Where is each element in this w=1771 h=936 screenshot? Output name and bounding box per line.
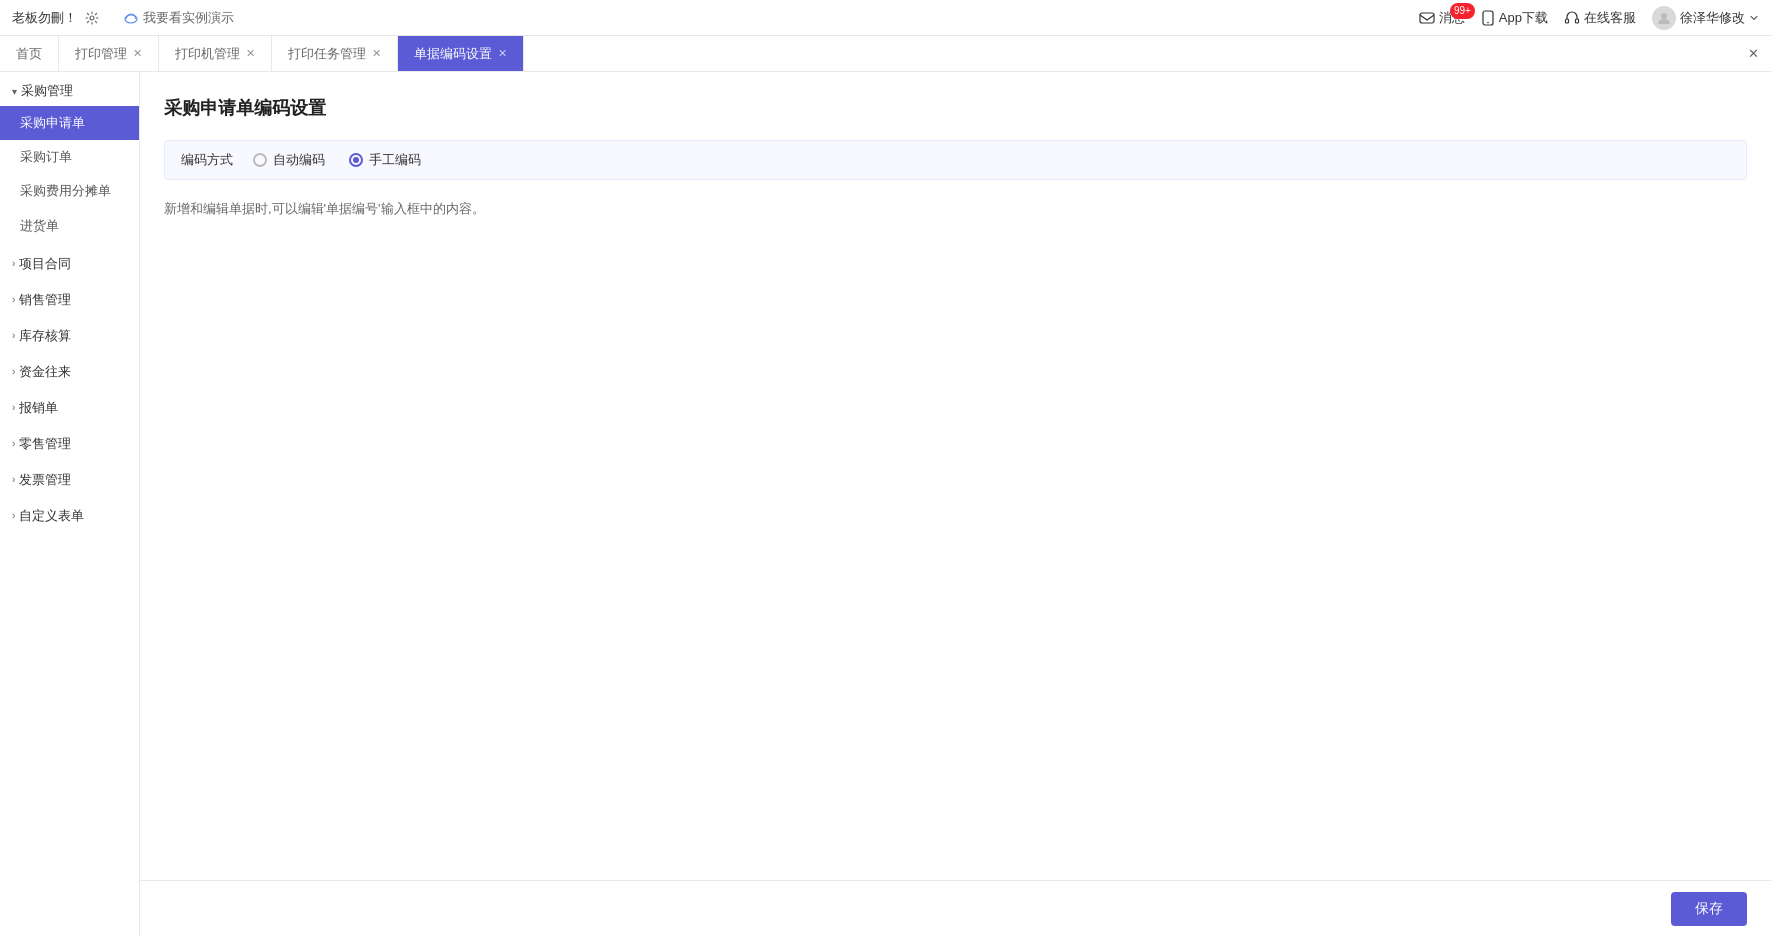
footer-bar: 保存 — [140, 880, 1771, 936]
save-button[interactable]: 保存 — [1671, 892, 1747, 926]
gear-icon — [85, 11, 99, 25]
sidebar-group-returns[interactable]: › 报销单 — [0, 389, 139, 423]
page-area: 采购申请单编码设置 编码方式 自动编码 手工编码 新增和编辑单据时,可以编辑'单… — [140, 72, 1771, 936]
radio-manual[interactable]: 手工编码 — [349, 151, 421, 169]
main-content: 采购申请单编码设置 编码方式 自动编码 手工编码 新增和编辑单据时,可以编辑'单… — [140, 72, 1771, 936]
chevron-right-icon: › — [12, 438, 15, 449]
tab-print-mgmt-close[interactable]: ✕ — [133, 47, 142, 60]
online-service-label: 在线客服 — [1584, 9, 1636, 27]
tab-print-mgmt-label: 打印管理 — [75, 45, 127, 63]
svg-rect-5 — [1566, 19, 1569, 23]
avatar — [1652, 6, 1676, 30]
chevron-right-icon: › — [12, 402, 15, 413]
tab-printer-mgmt[interactable]: 打印机管理 ✕ — [159, 36, 272, 71]
sidebar-item-purchase-expense[interactable]: 采购费用分摊单 — [0, 174, 139, 208]
tab-home-label: 首页 — [16, 45, 42, 63]
chevron-right-icon: › — [12, 510, 15, 521]
sidebar: ▾ 采购管理 采购申请单 采购订单 采购费用分摊单 进货单 › 项目合同 › 销… — [0, 72, 140, 936]
page-title: 采购申请单编码设置 — [164, 96, 1747, 120]
settings-button[interactable] — [85, 11, 99, 25]
radio-auto[interactable]: 自动编码 — [253, 151, 325, 169]
radio-manual-circle — [349, 153, 363, 167]
tab-print-task-mgmt-label: 打印任务管理 — [288, 45, 366, 63]
tab-barcode-setting[interactable]: 单据编码设置 ✕ — [398, 36, 524, 71]
close-all-tabs-button[interactable]: ✕ — [1736, 36, 1771, 71]
sidebar-group-inventory-label: 库存核算 — [19, 327, 71, 345]
svg-point-0 — [90, 16, 94, 20]
demo-link[interactable]: 我要看实例演示 — [123, 9, 234, 27]
tab-barcode-setting-close[interactable]: ✕ — [498, 47, 507, 60]
encoding-method-row: 编码方式 自动编码 手工编码 — [164, 140, 1747, 180]
sidebar-group-retail-mgmt[interactable]: › 零售管理 — [0, 425, 139, 459]
encoding-method-label: 编码方式 — [181, 151, 233, 169]
cloud-icon — [123, 11, 139, 25]
chevron-right-icon: › — [12, 366, 15, 377]
tab-printer-mgmt-close[interactable]: ✕ — [246, 47, 255, 60]
user-info[interactable]: 徐泽华修改 — [1652, 6, 1759, 30]
svg-point-7 — [1661, 13, 1667, 19]
sidebar-group-purchase-mgmt[interactable]: ▾ 采购管理 — [0, 72, 139, 106]
headset-icon — [1564, 10, 1580, 26]
sidebar-group-custom-form-label: 自定义表单 — [19, 507, 84, 525]
tab-print-task-mgmt[interactable]: 打印任务管理 ✕ — [272, 36, 398, 71]
message-button[interactable]: 消息 99+ — [1419, 9, 1465, 27]
phone-icon — [1481, 10, 1495, 26]
radio-manual-label: 手工编码 — [369, 151, 421, 169]
tab-home[interactable]: 首页 — [0, 36, 59, 71]
sidebar-item-stock-in[interactable]: 进货单 — [0, 209, 139, 243]
svg-point-4 — [1487, 21, 1489, 23]
user-name: 徐泽华修改 — [1680, 9, 1745, 27]
sidebar-item-purchase-request[interactable]: 采购申请单 — [0, 106, 139, 140]
tab-printer-mgmt-label: 打印机管理 — [175, 45, 240, 63]
sidebar-group-retail-mgmt-label: 零售管理 — [19, 435, 71, 453]
topbar: 老板勿刪！ 我要看实例演示 消息 99+ App下载 — [0, 0, 1771, 36]
sidebar-group-project-contract-label: 项目合同 — [19, 255, 71, 273]
sidebar-group-invoice-mgmt-label: 发票管理 — [19, 471, 71, 489]
chevron-right-icon: › — [12, 294, 15, 305]
chevron-down-icon: ▾ — [12, 86, 17, 97]
topbar-right: 消息 99+ App下载 在线客服 徐 — [1419, 6, 1759, 30]
svg-rect-2 — [1420, 13, 1434, 23]
tab-barcode-setting-label: 单据编码设置 — [414, 45, 492, 63]
sidebar-group-inventory[interactable]: › 库存核算 — [0, 317, 139, 351]
layout: ▾ 采购管理 采购申请单 采购订单 采购费用分摊单 进货单 › 项目合同 › 销… — [0, 72, 1771, 936]
demo-text: 我要看实例演示 — [143, 9, 234, 27]
tab-print-task-mgmt-close[interactable]: ✕ — [372, 47, 381, 60]
tabbar: 首页 打印管理 ✕ 打印机管理 ✕ 打印任务管理 ✕ 单据编码设置 ✕ ✕ — [0, 36, 1771, 72]
topbar-title: 老板勿刪！ — [12, 9, 77, 27]
radio-auto-label: 自动编码 — [273, 151, 325, 169]
sidebar-group-purchase-mgmt-label: 采购管理 — [21, 82, 73, 100]
sidebar-group-sales-mgmt-label: 销售管理 — [19, 291, 71, 309]
hint-text: 新增和编辑单据时,可以编辑'单据编号'输入框中的内容。 — [164, 200, 1747, 218]
radio-group: 自动编码 手工编码 — [253, 151, 421, 169]
app-download-label: App下载 — [1499, 9, 1548, 27]
svg-rect-6 — [1576, 19, 1579, 23]
chevron-right-icon: › — [12, 474, 15, 485]
chevron-right-icon: › — [12, 258, 15, 269]
sidebar-group-returns-label: 报销单 — [19, 399, 58, 417]
radio-auto-circle — [253, 153, 267, 167]
sidebar-group-invoice-mgmt[interactable]: › 发票管理 — [0, 461, 139, 495]
chevron-down-icon — [1749, 13, 1759, 23]
sidebar-group-funds[interactable]: › 资金往来 — [0, 353, 139, 387]
message-badge: 99+ — [1450, 3, 1475, 19]
app-download-button[interactable]: App下载 — [1481, 9, 1548, 27]
sidebar-group-custom-form[interactable]: › 自定义表单 — [0, 497, 139, 531]
sidebar-item-purchase-order[interactable]: 采购订单 — [0, 140, 139, 174]
chevron-right-icon: › — [12, 330, 15, 341]
message-icon — [1419, 10, 1435, 26]
sidebar-group-funds-label: 资金往来 — [19, 363, 71, 381]
tab-print-mgmt[interactable]: 打印管理 ✕ — [59, 36, 159, 71]
sidebar-group-project-contract[interactable]: › 项目合同 — [0, 245, 139, 279]
sidebar-group-sales-mgmt[interactable]: › 销售管理 — [0, 281, 139, 315]
online-service-button[interactable]: 在线客服 — [1564, 9, 1636, 27]
